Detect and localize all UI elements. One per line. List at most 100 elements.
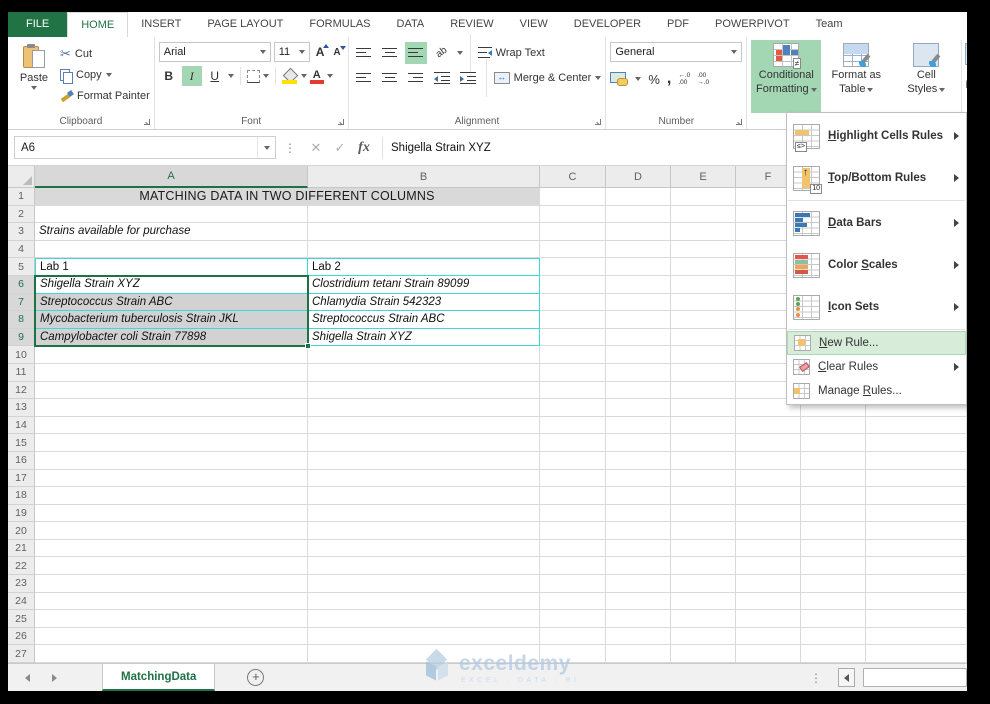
cell-H21[interactable] — [866, 539, 967, 558]
decrease-indent-button[interactable] — [431, 67, 453, 89]
ribbon-tab-review[interactable]: REVIEW — [437, 12, 506, 37]
cell-C22[interactable] — [540, 557, 606, 576]
cell-A11[interactable] — [35, 363, 308, 382]
cell-E15[interactable] — [671, 434, 736, 452]
underline-button[interactable]: U — [205, 66, 225, 86]
menu-item-new-rule[interactable]: New Rule... — [787, 331, 966, 355]
cell-D2[interactable] — [606, 205, 671, 224]
cell-B14[interactable] — [308, 416, 540, 435]
cell-E7[interactable] — [671, 293, 736, 312]
cell-G25[interactable] — [801, 610, 866, 628]
formula-bar-value[interactable]: Shigella Strain XYZ — [391, 142, 491, 154]
cell-A21[interactable] — [35, 539, 308, 558]
cell-E22[interactable] — [671, 557, 736, 576]
ribbon-tab-home[interactable]: HOME — [67, 12, 129, 37]
row-header-5[interactable]: 5 — [8, 258, 35, 276]
cell-C13[interactable] — [540, 399, 606, 417]
cell-D25[interactable] — [606, 610, 671, 628]
cell-E14[interactable] — [671, 416, 736, 435]
cell-A13[interactable] — [35, 399, 308, 417]
cell-B18[interactable] — [308, 487, 540, 505]
cell-H25[interactable] — [866, 610, 967, 628]
cell-B8[interactable]: Streptococcus Strain ABC — [308, 311, 540, 329]
row-header-2[interactable]: 2 — [8, 205, 35, 224]
menu-item-color-scales[interactable]: Color Scales — [787, 244, 966, 286]
cell-B10[interactable] — [308, 346, 540, 364]
cell-D19[interactable] — [606, 504, 671, 523]
row-header-10[interactable]: 10 — [8, 346, 35, 364]
row-header-24[interactable]: 24 — [8, 592, 35, 611]
cell-D1[interactable] — [606, 188, 671, 206]
cell-E21[interactable] — [671, 539, 736, 558]
cell-H15[interactable] — [866, 434, 967, 452]
comma-button[interactable]: , — [667, 70, 671, 88]
cell-F26[interactable] — [736, 627, 801, 646]
cell-E20[interactable] — [671, 522, 736, 540]
sheet-tab-matchingdata[interactable]: MatchingData — [102, 664, 216, 691]
cell-E27[interactable] — [671, 645, 736, 663]
grow-font-button[interactable]: A — [313, 44, 330, 59]
new-sheet-button[interactable]: + — [247, 669, 265, 686]
cell-G14[interactable] — [801, 416, 866, 435]
fill-color-caret-icon[interactable] — [300, 74, 307, 78]
select-all-button[interactable] — [8, 166, 35, 188]
cell-styles-button[interactable]: Cell Styles — [891, 40, 961, 113]
name-box[interactable]: A6 — [14, 136, 276, 159]
cell-B23[interactable] — [308, 575, 540, 593]
cell-E8[interactable] — [671, 311, 736, 329]
cell-D3[interactable] — [606, 223, 671, 241]
cell-D6[interactable] — [606, 275, 671, 294]
cell-D5[interactable] — [606, 258, 671, 276]
cell-H20[interactable] — [866, 522, 967, 540]
orientation-button[interactable]: ab — [431, 42, 453, 64]
cell-A22[interactable] — [35, 557, 308, 576]
row-header-22[interactable]: 22 — [8, 557, 35, 576]
clipboard-dialog-launcher[interactable] — [143, 118, 151, 126]
underline-caret-icon[interactable] — [227, 74, 234, 78]
ribbon-tab-developer[interactable]: DEVELOPER — [561, 12, 654, 37]
ribbon-tab-pdf[interactable]: PDF — [654, 12, 702, 37]
cell-E26[interactable] — [671, 627, 736, 646]
row-header-9[interactable]: 9 — [8, 328, 35, 347]
cell-D27[interactable] — [606, 645, 671, 663]
row-header-26[interactable]: 26 — [8, 627, 35, 646]
paste-button[interactable]: Paste — [12, 40, 56, 113]
cell-D13[interactable] — [606, 399, 671, 417]
cell-H17[interactable] — [866, 469, 967, 488]
cell-E25[interactable] — [671, 610, 736, 628]
cell-B24[interactable] — [308, 592, 540, 611]
cell-F21[interactable] — [736, 539, 801, 558]
increase-indent-button[interactable] — [457, 67, 479, 89]
column-header-b[interactable]: B — [308, 166, 540, 188]
font-name-combobox[interactable]: Arial — [158, 42, 271, 62]
italic-button[interactable]: I — [181, 66, 202, 86]
cell-C10[interactable] — [540, 346, 606, 364]
font-color-caret-icon[interactable] — [326, 74, 333, 78]
merge-center-button[interactable]: ↔ Merge & Center — [493, 71, 602, 84]
cell-C1[interactable] — [540, 188, 606, 206]
align-center-button[interactable] — [379, 67, 401, 89]
menu-item-highlight-cells-rules[interactable]: ≤> Highlight Cells Rules — [787, 115, 966, 157]
cell-B6[interactable]: Clostridium tetani Strain 89099 — [308, 275, 540, 294]
decrease-decimal-button[interactable]: .00 →.0 — [697, 72, 709, 86]
cell-B11[interactable] — [308, 363, 540, 382]
cell-D9[interactable] — [606, 328, 671, 347]
ribbon-tab-insert[interactable]: INSERT — [128, 12, 194, 37]
cell-C26[interactable] — [540, 627, 606, 646]
cell-D17[interactable] — [606, 469, 671, 488]
cell-E3[interactable] — [671, 223, 736, 241]
row-header-8[interactable]: 8 — [8, 311, 35, 329]
cell-G27[interactable] — [801, 645, 866, 663]
cell-A19[interactable] — [35, 504, 308, 523]
cell-D12[interactable] — [606, 381, 671, 400]
cell-D8[interactable] — [606, 311, 671, 329]
cell-F23[interactable] — [736, 575, 801, 593]
menu-item-manage-rules[interactable]: Manage Rules... — [787, 379, 966, 403]
cell-B25[interactable] — [308, 610, 540, 628]
cell-B4[interactable] — [308, 240, 540, 259]
cell-C3[interactable] — [540, 223, 606, 241]
row-header-19[interactable]: 19 — [8, 504, 35, 523]
cell-G18[interactable] — [801, 487, 866, 505]
ribbon-tab-view[interactable]: VIEW — [507, 12, 561, 37]
cell-E11[interactable] — [671, 363, 736, 382]
